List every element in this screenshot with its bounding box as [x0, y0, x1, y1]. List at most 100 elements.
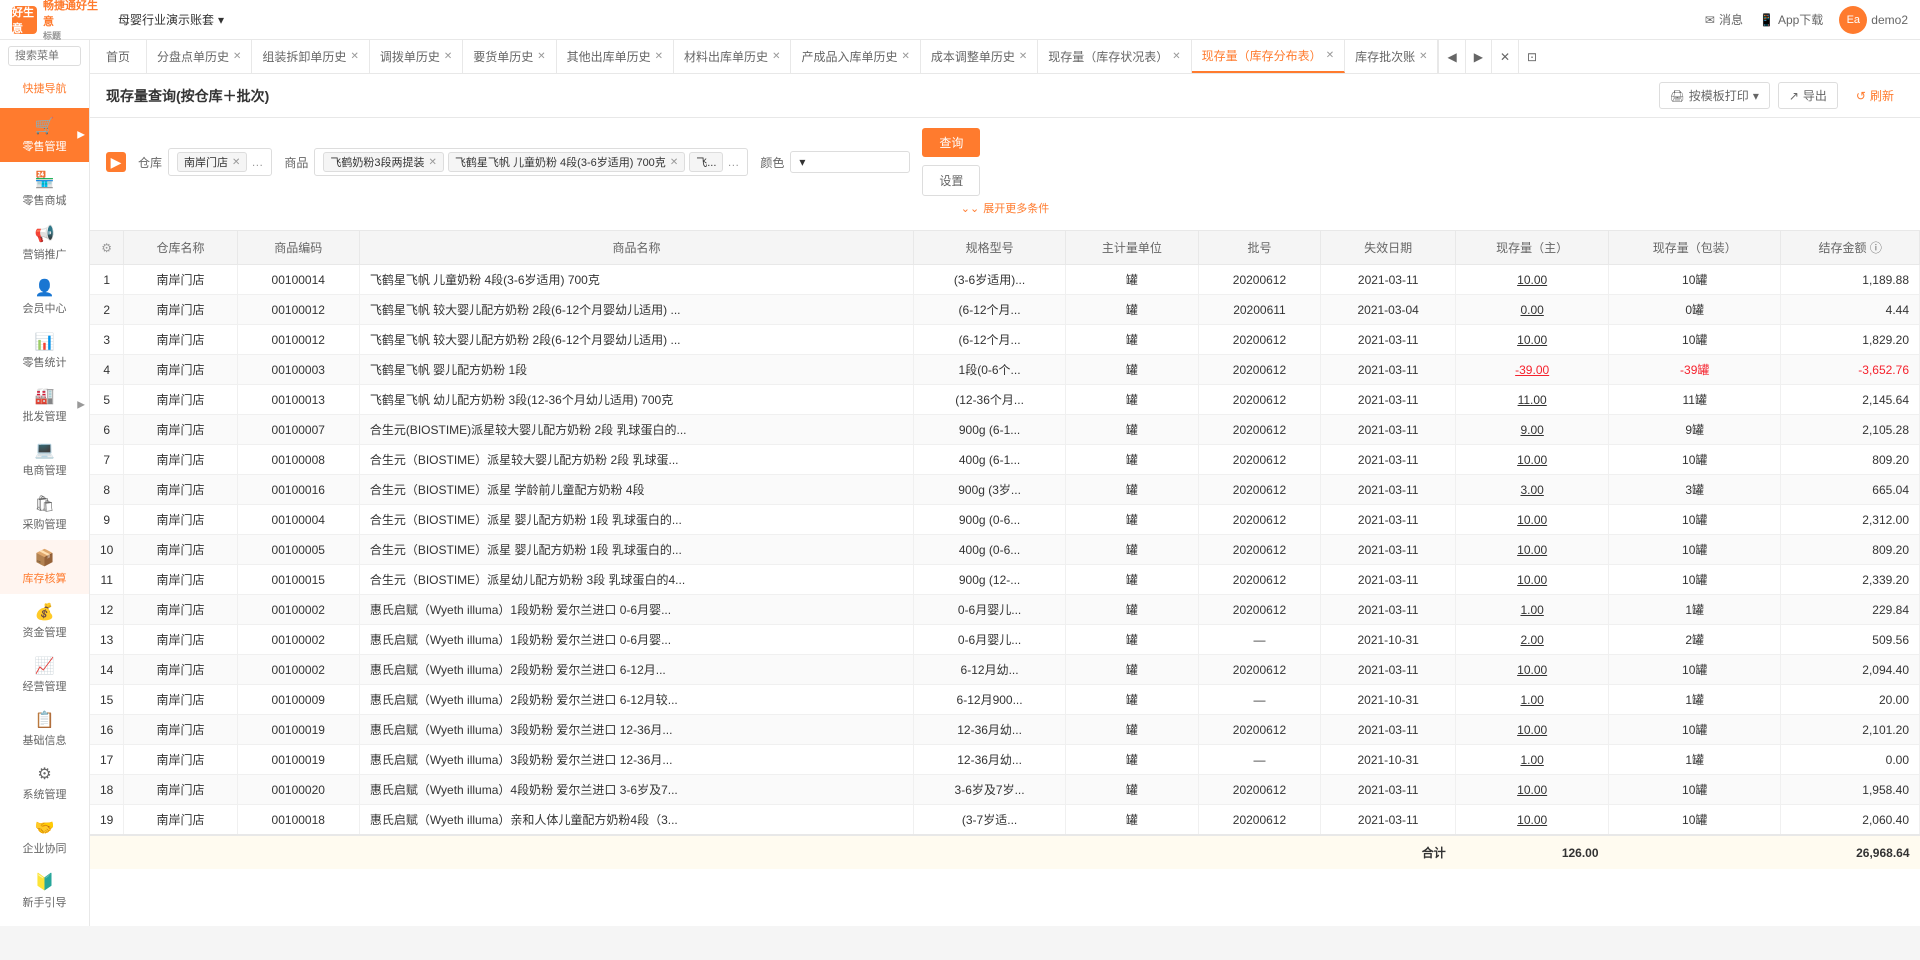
- sidebar-item-financial[interactable]: 💰 资金管理: [0, 594, 89, 648]
- sidebar-item-marketing[interactable]: 📢 营销推广: [0, 216, 89, 270]
- sidebar-item-app-center[interactable]: 🔲 应用中心: [0, 918, 89, 926]
- cell-qty-main[interactable]: 10.00: [1456, 535, 1609, 565]
- sidebar-item-retail-shop[interactable]: 🏪 零售商城: [0, 162, 89, 216]
- tab-prev-btn[interactable]: ◀: [1438, 40, 1464, 73]
- cell-qty-main[interactable]: 11.00: [1456, 385, 1609, 415]
- settings-icon[interactable]: ⚙: [101, 241, 112, 255]
- tab-xiancun-dist[interactable]: 现存量（库存分布表） ✕: [1192, 40, 1345, 73]
- goods-input[interactable]: 飞鹤奶粉3段两提装 ✕ 飞鹤星飞帆 儿童奶粉 4段(3-6岁适用) 700克 ✕…: [314, 148, 748, 176]
- cell-qty-main[interactable]: 10.00: [1456, 715, 1609, 745]
- goods-tag2-close[interactable]: ✕: [670, 157, 678, 168]
- tab-xiancun-status[interactable]: 现存量（库存状况表） ✕: [1038, 40, 1191, 73]
- tab-chanCheng[interactable]: 产成品入库单历史 ✕: [791, 40, 920, 73]
- sidebar-item-inventory-check[interactable]: 📦 库存核算: [0, 540, 89, 594]
- sidebar-item-ops-mgmt[interactable]: 📈 经营管理: [0, 648, 89, 702]
- refresh-btn[interactable]: ↺ 刷新: [1846, 83, 1904, 108]
- goods-ellipsis[interactable]: …: [727, 155, 739, 169]
- cell-qty-main[interactable]: 1.00: [1456, 685, 1609, 715]
- sidebar-item-sys-mgmt[interactable]: ⚙ 系统管理: [0, 756, 89, 810]
- chevron-down-icon: ⌄⌄: [961, 202, 979, 215]
- cell-no: 7: [90, 445, 124, 475]
- table-row: 1南岸门店00100014飞鹤星飞帆 儿童奶粉 4段(3-6岁适用) 700克(…: [90, 265, 1920, 295]
- cell-batch: 20200612: [1198, 775, 1320, 805]
- col-settings[interactable]: ⚙: [90, 231, 124, 265]
- template-print-btn[interactable]: 🖨 按模板打印 ▾: [1659, 82, 1770, 109]
- cell-qty-main[interactable]: 10.00: [1456, 805, 1609, 836]
- messages-btn[interactable]: ✉ 消息: [1705, 11, 1743, 28]
- cell-warehouse: 南岸门店: [124, 415, 237, 445]
- cell-qty-pkg: 1罐: [1609, 685, 1781, 715]
- warehouse-input[interactable]: 南岸门店 ✕ …: [168, 148, 272, 176]
- cell-qty-pkg: 10罐: [1609, 535, 1781, 565]
- cell-qty-main[interactable]: 10.00: [1456, 655, 1609, 685]
- tab-close-icon[interactable]: ✕: [444, 51, 452, 62]
- cell-qty-main[interactable]: -39.00: [1456, 355, 1609, 385]
- tab-yaoHuo[interactable]: 要货单历史 ✕: [463, 40, 556, 73]
- tab-home[interactable]: 首页: [90, 40, 147, 73]
- set-btn[interactable]: 设置: [922, 165, 980, 196]
- cell-qty-main[interactable]: 1.00: [1456, 745, 1609, 775]
- sidebar-item-ecommerce[interactable]: 💻 电商管理: [0, 432, 89, 486]
- query-btn[interactable]: 查询: [922, 128, 980, 157]
- tab-more-btn[interactable]: ⊡: [1518, 40, 1545, 73]
- cell-qty-main[interactable]: 10.00: [1456, 775, 1609, 805]
- cell-qty-main[interactable]: 9.00: [1456, 415, 1609, 445]
- tab-close-icon[interactable]: ✕: [901, 51, 909, 62]
- cell-qty-main[interactable]: 10.00: [1456, 565, 1609, 595]
- cell-no: 4: [90, 355, 124, 385]
- sidebar-nav: 快捷导航: [0, 72, 89, 104]
- tab-zuzheChai[interactable]: 组装拆卸单历史 ✕: [252, 40, 369, 73]
- cell-qty-main[interactable]: 10.00: [1456, 325, 1609, 355]
- cell-qty-main[interactable]: 10.00: [1456, 445, 1609, 475]
- sidebar-item-wholesale-mgmt[interactable]: 🏭 批发管理 ▶: [0, 378, 89, 432]
- tab-caiLiao[interactable]: 材料出库单历史 ✕: [674, 40, 791, 73]
- expand-more-btn[interactable]: ⌄⌄ 展开更多条件: [106, 196, 1904, 220]
- cell-qty-main[interactable]: 10.00: [1456, 265, 1609, 295]
- tab-close-all-btn[interactable]: ✕: [1491, 40, 1518, 73]
- sidebar-item-member-center[interactable]: 👤 会员中心: [0, 270, 89, 324]
- sidebar-item-purchase[interactable]: 🛍 采购管理: [0, 486, 89, 540]
- search-input[interactable]: [8, 46, 81, 66]
- message-icon: ✉: [1705, 13, 1715, 27]
- sidebar-item-basic-info[interactable]: 📋 基础信息: [0, 702, 89, 756]
- cell-qty-main[interactable]: 10.00: [1456, 505, 1609, 535]
- sidebar: 快捷导航 🛒 零售管理 ▶ 🏪 零售商城 📢 营销推广 👤 会员中心 📊 零售统…: [0, 40, 90, 926]
- tab-fenPandian[interactable]: 分盘点单历史 ✕: [147, 40, 252, 73]
- sidebar-item-retail-stats[interactable]: 📊 零售统计: [0, 324, 89, 378]
- financial-icon: 💰: [35, 602, 55, 622]
- tab-kucun-batch[interactable]: 库存批次账 ✕: [1345, 40, 1438, 73]
- color-input[interactable]: ▾: [790, 151, 910, 173]
- tab-close-icon[interactable]: ✕: [233, 51, 241, 62]
- tab-close-icon[interactable]: ✕: [1019, 51, 1027, 62]
- tab-close-icon[interactable]: ✕: [655, 51, 663, 62]
- tab-close-icon[interactable]: ✕: [350, 51, 358, 62]
- tab-close-icon[interactable]: ✕: [1172, 51, 1180, 62]
- warehouse-tag-close[interactable]: ✕: [232, 157, 240, 168]
- tab-next-btn[interactable]: ▶: [1465, 40, 1491, 73]
- sidebar-nav-label[interactable]: 快捷导航: [8, 76, 81, 100]
- app-download-btn[interactable]: 📱 App下载: [1759, 11, 1823, 28]
- tab-close-icon[interactable]: ✕: [772, 51, 780, 62]
- cell-qty-main[interactable]: 2.00: [1456, 625, 1609, 655]
- sys-icon: ⚙: [37, 764, 51, 784]
- export-btn[interactable]: ↗ 导出: [1778, 82, 1838, 109]
- sidebar-item-enterprise[interactable]: 🤝 企业协同: [0, 810, 89, 864]
- tab-close-icon[interactable]: ✕: [1419, 51, 1427, 62]
- cell-qty-main[interactable]: 0.00: [1456, 295, 1609, 325]
- sidebar-item-retail-mgmt[interactable]: 🛒 零售管理 ▶: [0, 108, 89, 162]
- user-profile[interactable]: Ea demo2: [1839, 6, 1908, 34]
- sidebar-item-new-guide[interactable]: 🔰 新手引导: [0, 864, 89, 918]
- warehouse-ellipsis[interactable]: …: [251, 155, 263, 169]
- tab-diaoBo[interactable]: 调拨单历史 ✕: [370, 40, 463, 73]
- tab-chengBen[interactable]: 成本调整单历史 ✕: [921, 40, 1038, 73]
- tab-close-icon[interactable]: ✕: [1326, 50, 1334, 61]
- cell-qty-main[interactable]: 1.00: [1456, 595, 1609, 625]
- goods-tag1-close[interactable]: ✕: [429, 157, 437, 168]
- tab-qitaChuku[interactable]: 其他出库单历史 ✕: [557, 40, 674, 73]
- expand-filter-btn[interactable]: ▶: [106, 152, 126, 172]
- cell-qty-pkg: 10罐: [1609, 775, 1781, 805]
- account-selector[interactable]: 母婴行业演示账套 ▾: [118, 11, 224, 28]
- tab-close-icon[interactable]: ✕: [537, 51, 545, 62]
- cell-qty-main[interactable]: 3.00: [1456, 475, 1609, 505]
- app-logo: 好生意 畅捷通好生意 标题: [12, 0, 102, 42]
